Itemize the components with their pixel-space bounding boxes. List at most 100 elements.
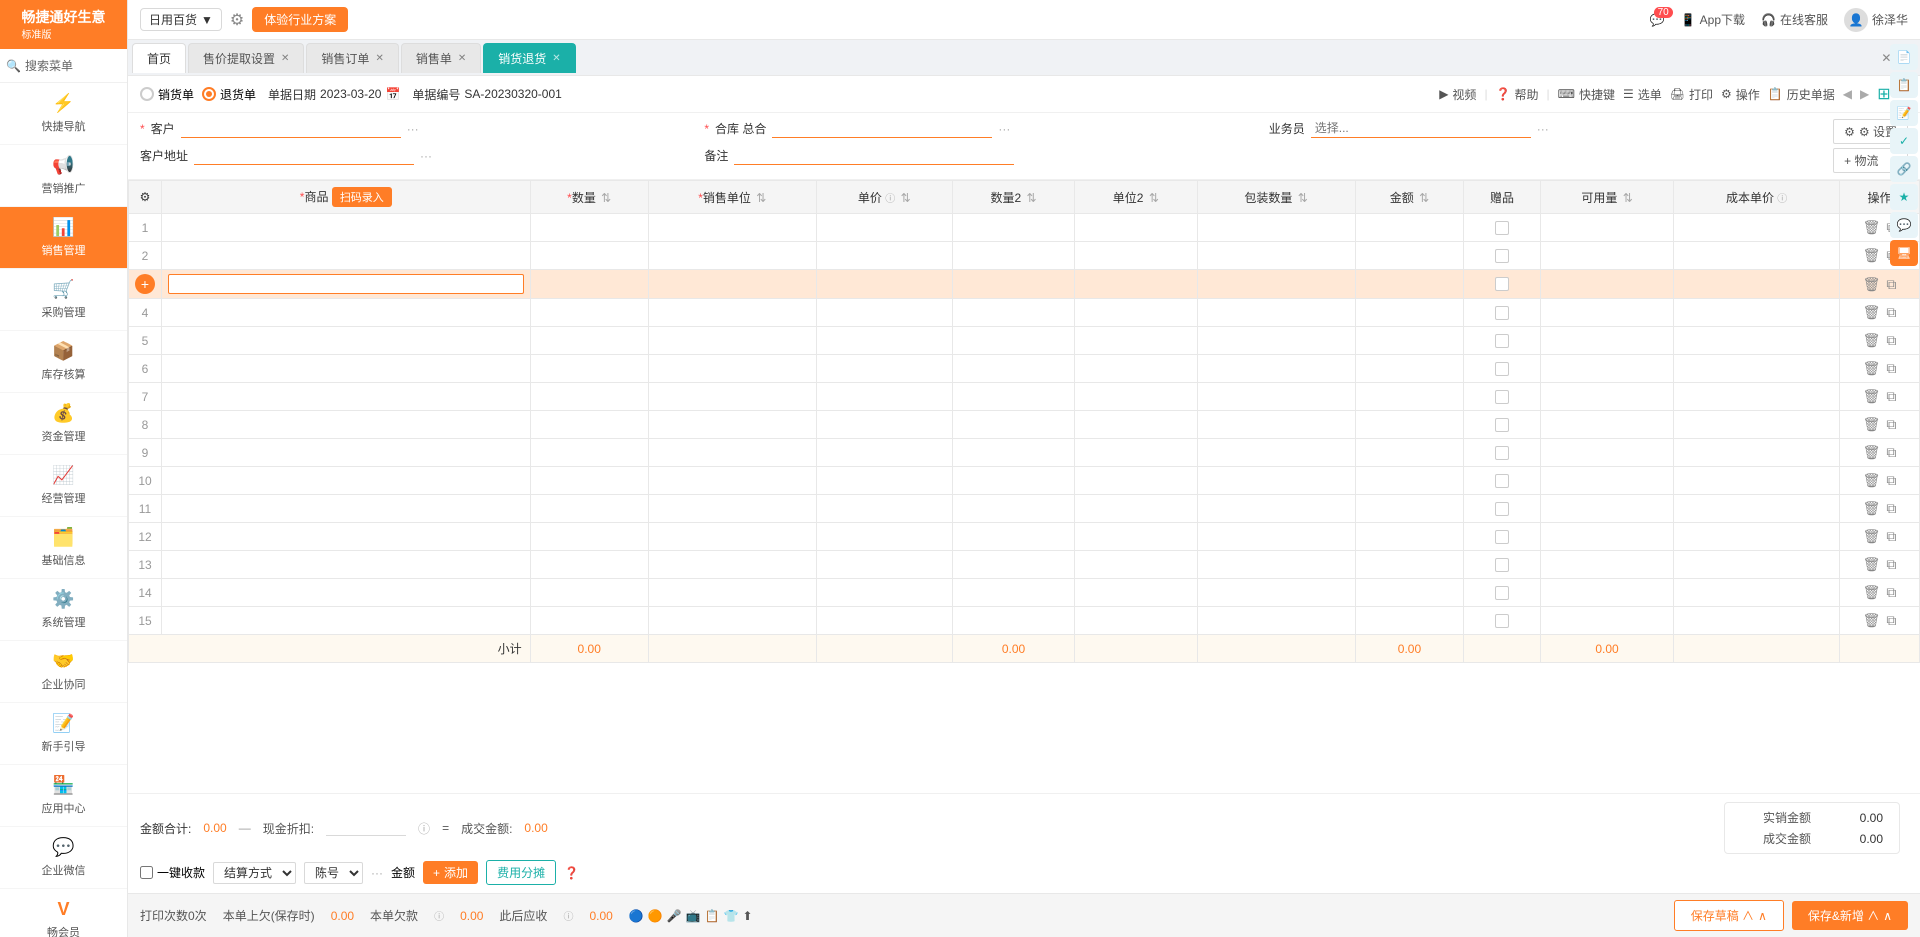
col-settings[interactable]: ⚙ (129, 181, 162, 214)
bottom-icon-5[interactable]: 📋 (705, 909, 720, 923)
qty-cell[interactable] (530, 327, 648, 355)
price-cell[interactable] (816, 270, 952, 299)
qty2-cell[interactable] (952, 579, 1074, 607)
gift-checkbox[interactable] (1495, 474, 1509, 488)
sidebar-item-inventory[interactable]: 📦 库存核算 (0, 331, 127, 393)
amount-cell[interactable] (1355, 495, 1464, 523)
price-cell[interactable] (816, 355, 952, 383)
unit2-cell[interactable] (1075, 579, 1197, 607)
unit-cell[interactable] (648, 327, 816, 355)
scan-button[interactable]: 扫码录入 (332, 187, 392, 207)
qty-cell[interactable] (530, 579, 648, 607)
copy-icon[interactable]: ⧉ (1886, 332, 1896, 349)
delete-icon[interactable]: 🗑 (1863, 332, 1881, 349)
employee-input[interactable] (1311, 119, 1531, 138)
price-cell[interactable] (816, 242, 952, 270)
gift-cell[interactable] (1464, 579, 1541, 607)
gift-checkbox[interactable] (1495, 502, 1509, 516)
cost-cell[interactable] (1674, 551, 1840, 579)
qty-cell[interactable] (530, 551, 648, 579)
gift-cell[interactable] (1464, 242, 1541, 270)
available-cell[interactable] (1540, 411, 1673, 439)
cost-cell[interactable] (1674, 327, 1840, 355)
right-panel-item-8[interactable]: 🖥 (1890, 240, 1918, 266)
sidebar-item-basic[interactable]: 🗂️ 基础信息 (0, 517, 127, 579)
product-cell[interactable] (162, 607, 531, 635)
gift-checkbox[interactable] (1495, 306, 1509, 320)
cost-cell[interactable] (1674, 242, 1840, 270)
gift-cell[interactable] (1464, 214, 1541, 242)
product-cell[interactable] (162, 495, 531, 523)
right-panel-item-5[interactable]: 🔗 (1890, 156, 1918, 182)
gift-checkbox[interactable] (1495, 446, 1509, 460)
gift-cell[interactable] (1464, 327, 1541, 355)
prev-icon[interactable]: ◀ (1843, 87, 1852, 101)
available-cell[interactable] (1540, 467, 1673, 495)
product-cell[interactable] (162, 214, 531, 242)
unit2-cell[interactable] (1075, 214, 1197, 242)
employee-dots[interactable]: ··· (1537, 122, 1549, 136)
pkg-cell[interactable] (1197, 607, 1355, 635)
amount-cell[interactable] (1355, 439, 1464, 467)
delete-icon[interactable]: 🗑 (1863, 304, 1881, 321)
ops-btn[interactable]: ⚙ 操作 (1721, 86, 1760, 103)
unit2-cell[interactable] (1075, 439, 1197, 467)
copy-icon[interactable]: ⧉ (1886, 612, 1896, 629)
account-no-select[interactable]: 陈号 (304, 862, 363, 884)
pkg-cell[interactable] (1197, 327, 1355, 355)
copy-icon[interactable]: ⧉ (1886, 528, 1896, 545)
price-cell[interactable] (816, 214, 952, 242)
unit2-cell[interactable] (1075, 467, 1197, 495)
available-cell[interactable] (1540, 270, 1673, 299)
pkg-sort-icon[interactable]: ⇅ (1298, 191, 1308, 205)
qty-sort-icon[interactable]: ⇅ (601, 191, 611, 205)
sidebar-item-finance[interactable]: 💰 资金管理 (0, 393, 127, 455)
gift-cell[interactable] (1464, 495, 1541, 523)
delete-icon[interactable]: 🗑 (1863, 276, 1881, 293)
copy-icon[interactable]: ⧉ (1886, 444, 1896, 461)
sidebar-item-shortcut[interactable]: ⚡ 快捷导航 (0, 83, 127, 145)
amount-cell[interactable] (1355, 270, 1464, 299)
product-cell[interactable] (162, 299, 531, 327)
gift-checkbox[interactable] (1495, 614, 1509, 628)
online-service-btn[interactable]: 🎧 在线客服 (1761, 11, 1828, 28)
delete-icon[interactable]: 🗑 (1863, 556, 1881, 573)
save-new-button[interactable]: 保存&新增 ∧ ∧ (1792, 901, 1908, 930)
bottom-icon-3[interactable]: 🎤 (667, 909, 682, 923)
gift-checkbox[interactable] (1495, 418, 1509, 432)
product-cell[interactable] (162, 523, 531, 551)
pkg-cell[interactable] (1197, 579, 1355, 607)
sidebar-item-sales[interactable]: 📊 销售管理 (0, 207, 127, 269)
history-btn[interactable]: 📋 历史单据 (1768, 86, 1835, 103)
pkg-cell[interactable] (1197, 523, 1355, 551)
copy-icon[interactable]: ⧉ (1886, 472, 1896, 489)
customer-dots[interactable]: ··· (407, 122, 419, 136)
unit2-cell[interactable] (1075, 411, 1197, 439)
price-cell[interactable] (816, 495, 952, 523)
sidebar-search[interactable]: 🔍 搜索菜单 (0, 49, 127, 83)
amount-cell[interactable] (1355, 242, 1464, 270)
right-panel-item-3[interactable]: 📝 (1890, 100, 1918, 126)
account-dots[interactable]: ··· (371, 866, 383, 880)
pkg-cell[interactable] (1197, 439, 1355, 467)
pkg-cell[interactable] (1197, 299, 1355, 327)
unit2-cell[interactable] (1075, 383, 1197, 411)
tab-sale[interactable]: 销售单 ✕ (401, 43, 481, 73)
gift-cell[interactable] (1464, 551, 1541, 579)
qty2-cell[interactable] (952, 242, 1074, 270)
unit-sort-icon[interactable]: ⇅ (756, 191, 766, 205)
account-method-select[interactable]: 结算方式 (213, 862, 296, 884)
radio-sale[interactable]: 销货单 (140, 86, 194, 103)
qty2-sort-icon[interactable]: ⇅ (1026, 191, 1036, 205)
tab-order[interactable]: 销售订单 ✕ (306, 43, 398, 73)
header-settings-btn[interactable]: ⚙ (230, 10, 244, 30)
available-cell[interactable] (1540, 439, 1673, 467)
product-cell[interactable] (162, 579, 531, 607)
one-click-payment-check[interactable]: 一键收款 (140, 864, 205, 881)
product-cell[interactable] (162, 355, 531, 383)
sidebar-item-newbie[interactable]: 📝 新手引导 (0, 703, 127, 765)
available-cell[interactable] (1540, 523, 1673, 551)
gift-checkbox[interactable] (1495, 362, 1509, 376)
warehouse-input[interactable] (772, 119, 992, 138)
qty-cell[interactable] (530, 242, 648, 270)
